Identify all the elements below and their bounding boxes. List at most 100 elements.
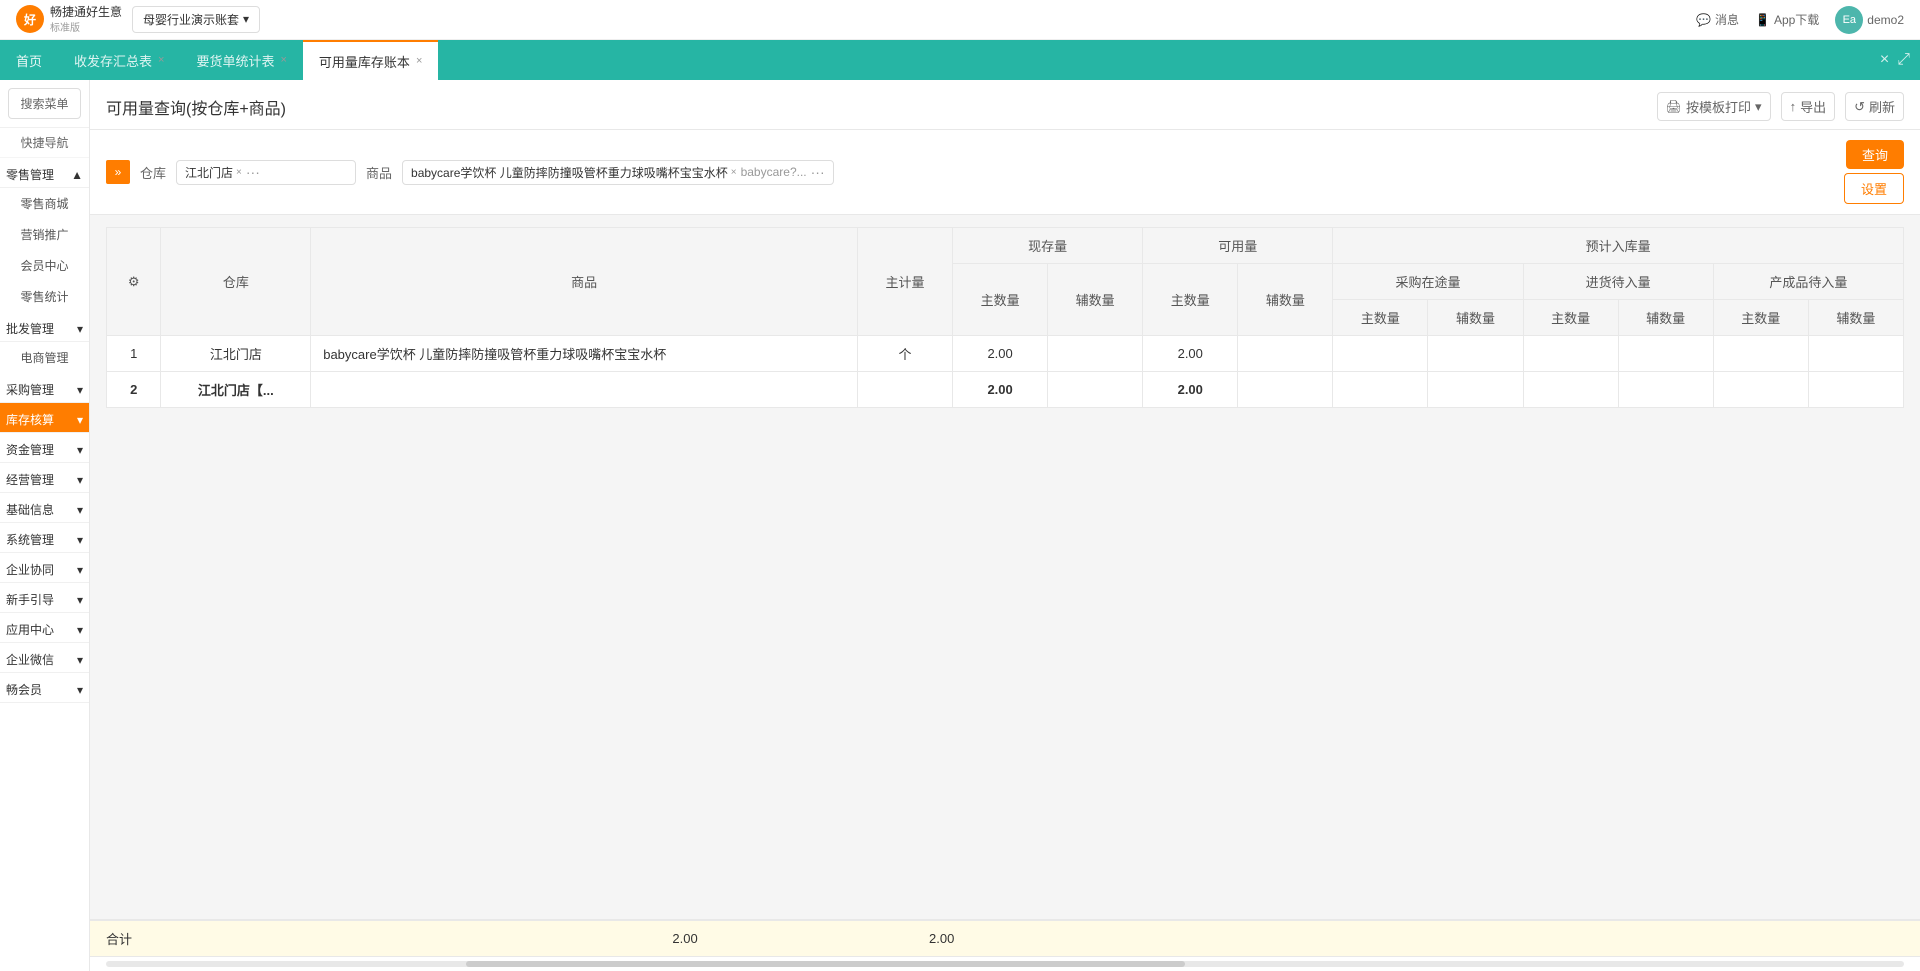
horizontal-scrollbar[interactable]	[90, 956, 1920, 971]
sidebar-item-marketing[interactable]: 营销推广	[0, 219, 89, 250]
page-header: 可用量查询(按仓库+商品) 🖨 按模板打印 ▾ ↑ 导出 ↺ 刷新	[90, 80, 1920, 130]
avail-aux-header: 辅数量	[1238, 264, 1333, 336]
row-finished-main	[1713, 372, 1808, 408]
product-filter[interactable]: babycare学饮杯 儿童防摔防撞吸管杯重力球吸嘴杯宝宝水杯 × babyca…	[402, 160, 834, 185]
filter-dots-warehouse: ···	[246, 164, 260, 180]
sidebar-search-area: 搜索菜单	[0, 80, 89, 128]
message-button[interactable]: 💬 消息	[1696, 11, 1739, 28]
remove-warehouse-tag[interactable]: ×	[236, 167, 242, 178]
row-stock-aux	[1048, 336, 1143, 372]
planned-inbound-header: 预计入库量	[1333, 228, 1904, 264]
close-tab-order-stats[interactable]: ×	[280, 54, 286, 66]
sidebar-section-retail[interactable]: 零售管理 ▲	[0, 158, 89, 188]
row-main-unit: 个	[857, 336, 952, 372]
sidebar-item-quick-nav[interactable]: 快捷导航	[0, 128, 89, 158]
chevron-down-icon: ▾	[77, 322, 83, 336]
app-icon: 📱	[1755, 13, 1770, 27]
sidebar-section-system[interactable]: 系统管理 ▾	[0, 523, 89, 553]
avail-main-header: 主数量	[1143, 264, 1238, 336]
refresh-button[interactable]: ↺ 刷新	[1845, 92, 1904, 121]
top-bar-left: 好 畅捷通好生意 标准版 母婴行业演示账套 ▾	[16, 5, 260, 34]
sidebar-section-operations[interactable]: 经营管理 ▾	[0, 463, 89, 493]
nav-tabs: 首页 收发存汇总表 × 要货单统计表 × 可用量库存账本 × × ⤢	[0, 40, 1920, 80]
settings-col-header[interactable]: ⚙	[107, 228, 161, 336]
row-no: 2	[107, 372, 161, 408]
scroll-thumb[interactable]	[466, 961, 1185, 967]
product-label: 商品	[366, 163, 392, 182]
chevron-down-icon-ops: ▾	[77, 473, 83, 487]
main-unit-col-header: 主计量	[857, 228, 952, 336]
sidebar-section-purchase[interactable]: 采购管理 ▾	[0, 373, 89, 403]
inbound-pending-header: 进货待入量	[1523, 264, 1713, 300]
row-warehouse: 江北门店【...	[161, 372, 311, 408]
sidebar-section-inventory[interactable]: 库存核算 ▾	[0, 403, 89, 433]
sidebar-section-apps[interactable]: 应用中心 ▾	[0, 613, 89, 643]
footer-avail-main: 2.00	[878, 931, 1006, 946]
chevron-down-icon-sys: ▾	[77, 533, 83, 547]
row-product: babycare学饮杯 儿童防摔防撞吸管杯重力球吸嘴杯宝宝水杯	[311, 336, 858, 372]
tab-home[interactable]: 首页	[0, 40, 58, 80]
sidebar-section-wholesale[interactable]: 批发管理 ▾	[0, 312, 89, 342]
row-main-unit	[857, 372, 952, 408]
footer-values: 2.00 2.00	[236, 931, 1904, 946]
export-button[interactable]: ↑ 导出	[1781, 92, 1836, 121]
filter-action-buttons: 查询 设置	[1844, 140, 1904, 204]
user-menu[interactable]: Ea demo2	[1835, 6, 1904, 34]
logo-sub: 标准版	[50, 19, 122, 34]
content-area: 可用量查询(按仓库+商品) 🖨 按模板打印 ▾ ↑ 导出 ↺ 刷新 »	[90, 80, 1920, 971]
remove-product-tag[interactable]: ×	[731, 167, 737, 178]
export-icon: ↑	[1790, 99, 1797, 114]
template-print-button[interactable]: 🖨 按模板打印 ▾	[1657, 92, 1771, 121]
app-download-button[interactable]: 📱 App下载	[1755, 11, 1819, 28]
sidebar-section-basic[interactable]: 基础信息 ▾	[0, 493, 89, 523]
chevron-down-print: ▾	[1755, 99, 1762, 115]
tab-order-stats[interactable]: 要货单统计表 ×	[180, 40, 302, 80]
row-stock-main: 2.00	[953, 336, 1048, 372]
sidebar-item-ecommerce[interactable]: 电商管理	[0, 342, 89, 373]
close-all-tabs-button[interactable]: ×	[1880, 51, 1889, 69]
sidebar-section-newbie[interactable]: 新手引导 ▾	[0, 583, 89, 613]
top-bar-right: 💬 消息 📱 App下载 Ea demo2	[1696, 6, 1904, 34]
chevron-up-icon: ▲	[71, 168, 83, 182]
tab-available-inventory[interactable]: 可用量库存账本 ×	[303, 40, 438, 80]
sidebar-item-retail-stats[interactable]: 零售统计	[0, 281, 89, 312]
avatar: Ea	[1835, 6, 1863, 34]
filter-expand-button[interactable]: »	[106, 160, 130, 184]
scroll-track	[106, 961, 1904, 967]
warehouse-label: 仓库	[140, 163, 166, 182]
row-finished-main	[1713, 336, 1808, 372]
row-inbound-main	[1523, 336, 1618, 372]
sidebar-item-members[interactable]: 会员中心	[0, 250, 89, 281]
query-button[interactable]: 查询	[1846, 140, 1904, 169]
logo-area: 好 畅捷通好生意 标准版	[16, 5, 122, 34]
row-avail-main: 2.00	[1143, 336, 1238, 372]
stock-aux-header: 辅数量	[1048, 264, 1143, 336]
row-no: 1	[107, 336, 161, 372]
row-avail-main: 2.00	[1143, 372, 1238, 408]
tab-receipts[interactable]: 收发存汇总表 ×	[58, 40, 180, 80]
logo-text: 畅捷通好生意	[50, 5, 122, 19]
sidebar-section-member[interactable]: 畅会员 ▾	[0, 673, 89, 703]
sidebar-item-retail-store[interactable]: 零售商城	[0, 188, 89, 219]
chevron-down-icon-purchase: ▾	[77, 383, 83, 397]
row-stock-aux	[1048, 372, 1143, 408]
close-tab-receipts[interactable]: ×	[158, 54, 164, 66]
table-area: ⚙ 仓库 商品 主计量 现存量 可用量 预计入库量 主数量 辅数量 主数量 辅数…	[90, 215, 1920, 919]
close-tab-available-inventory[interactable]: ×	[416, 55, 422, 67]
settings-button[interactable]: 设置	[1844, 173, 1904, 204]
industry-selector[interactable]: 母婴行业演示账套 ▾	[132, 6, 260, 33]
message-icon: 💬	[1696, 13, 1711, 27]
chevron-down-icon-new: ▾	[77, 593, 83, 607]
top-bar: 好 畅捷通好生意 标准版 母婴行业演示账套 ▾ 💬 消息 📱 App下载 Ea …	[0, 0, 1920, 40]
search-menu-button[interactable]: 搜索菜单	[8, 88, 81, 119]
warehouse-filter[interactable]: 江北门店 × ···	[176, 160, 356, 185]
sidebar-section-enterprise[interactable]: 企业协同 ▾	[0, 553, 89, 583]
chevron-down-icon-ent: ▾	[77, 563, 83, 577]
logo-info: 畅捷通好生意 标准版	[50, 5, 122, 34]
sidebar-section-finance[interactable]: 资金管理 ▾	[0, 433, 89, 463]
chevron-down-icon-apps: ▾	[77, 623, 83, 637]
sidebar-section-wechat[interactable]: 企业微信 ▾	[0, 643, 89, 673]
row-inbound-aux	[1618, 372, 1713, 408]
fullscreen-button[interactable]: ⤢	[1897, 51, 1910, 69]
table-settings-icon[interactable]: ⚙	[128, 274, 140, 289]
